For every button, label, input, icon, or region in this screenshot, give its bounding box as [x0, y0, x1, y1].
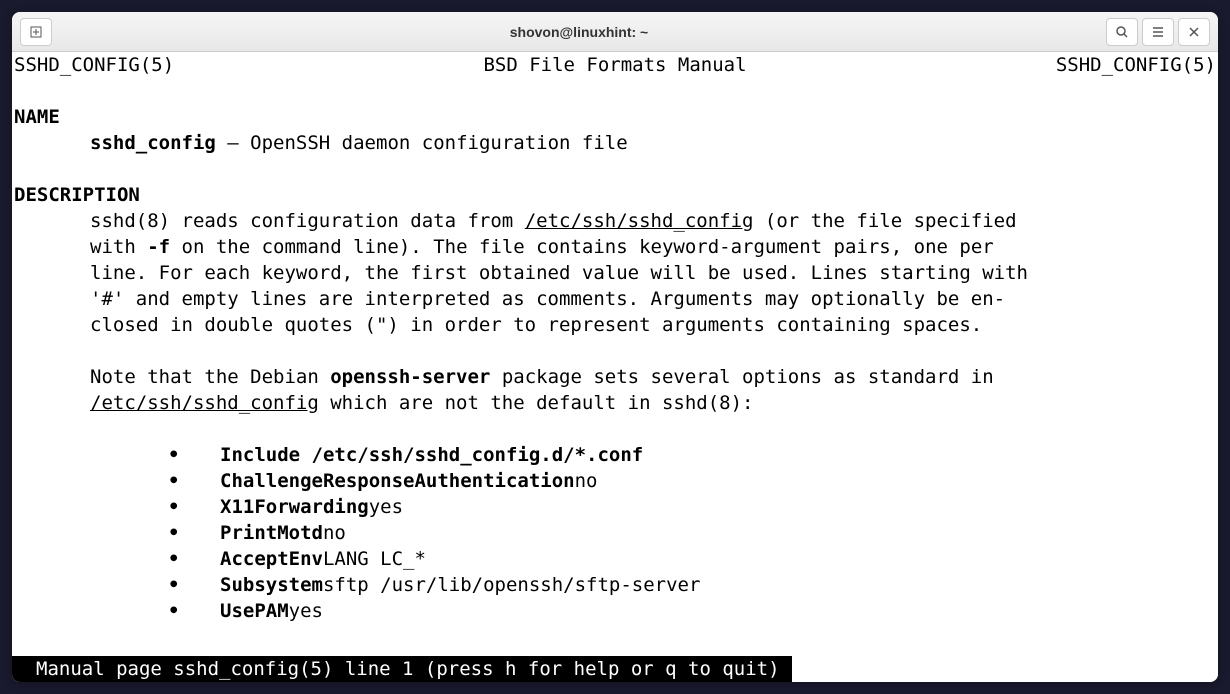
description-line-3: line. For each keyword, the first obtain…: [12, 260, 1218, 286]
option-value: no: [575, 468, 598, 494]
list-item: •UsePAM yes: [12, 598, 1218, 624]
search-icon: [1115, 25, 1129, 39]
description-line-4: '#' and empty lines are interpreted as c…: [12, 286, 1218, 312]
name-dash: —: [216, 132, 250, 154]
option-name: X11Forwarding: [220, 494, 369, 520]
new-tab-icon: [29, 25, 43, 39]
man-header-right: SSHD_CONFIG(5): [1056, 52, 1216, 78]
list-item: •AcceptEnv LANG LC_*: [12, 546, 1218, 572]
name-command: sshd_config: [90, 132, 216, 154]
description-line-5: closed in double quotes (") in order to …: [12, 312, 1218, 338]
window-title: shovon@linuxhint: ~: [54, 24, 1104, 40]
bullet-mark: •: [168, 442, 220, 468]
config-path-2: /etc/ssh/sshd_config: [90, 392, 319, 414]
bullet-mark: •: [168, 598, 220, 624]
flag-f: -f: [147, 236, 170, 258]
man-header-left: SSHD_CONFIG(5): [14, 52, 174, 78]
option-value: no: [323, 520, 346, 546]
list-item: •Subsystem sftp /usr/lib/openssh/sftp-se…: [12, 572, 1218, 598]
option-name: Subsystem: [220, 572, 323, 598]
option-name: ChallengeResponseAuthentication: [220, 468, 575, 494]
new-tab-button[interactable]: [20, 18, 52, 46]
list-item: •PrintMotd no: [12, 520, 1218, 546]
description-line-1: sshd(8) reads configuration data from /e…: [12, 208, 1218, 234]
list-item: •X11Forwarding yes: [12, 494, 1218, 520]
name-description: OpenSSH daemon configuration file: [250, 132, 628, 154]
bullet-mark: •: [168, 546, 220, 572]
man-status-bar: Manual page sshd_config(5) line 1 (press…: [12, 656, 792, 682]
bullet-mark: •: [168, 468, 220, 494]
search-button[interactable]: [1106, 18, 1138, 46]
option-name: AcceptEnv: [220, 546, 323, 572]
config-path: /etc/ssh/sshd_config: [525, 210, 754, 232]
option-name: Include /etc/ssh/sshd_config.d/*.conf: [220, 442, 643, 468]
bullet-list: •Include /etc/ssh/sshd_config.d/*.conf•C…: [12, 442, 1218, 624]
option-value: yes: [289, 598, 323, 624]
section-name-heading: NAME: [12, 104, 1218, 130]
option-value: sftp /usr/lib/openssh/sftp-server: [323, 572, 701, 598]
list-item: •Include /etc/ssh/sshd_config.d/*.conf: [12, 442, 1218, 468]
bullet-mark: •: [168, 520, 220, 546]
bullet-mark: •: [168, 572, 220, 598]
description-line-2: with -f on the command line). The file c…: [12, 234, 1218, 260]
note-line-2: /etc/ssh/sshd_config which are not the d…: [12, 390, 1218, 416]
titlebar: shovon@linuxhint: ~: [12, 12, 1218, 52]
close-icon: [1187, 25, 1201, 39]
terminal-content[interactable]: SSHD_CONFIG(5) BSD File Formats Manual S…: [12, 52, 1218, 682]
man-header: SSHD_CONFIG(5) BSD File Formats Manual S…: [12, 52, 1218, 78]
close-button[interactable]: [1178, 18, 1210, 46]
package-name: openssh-server: [330, 366, 490, 388]
section-description-heading: DESCRIPTION: [12, 182, 1218, 208]
note-line-1: Note that the Debian openssh-server pack…: [12, 364, 1218, 390]
hamburger-icon: [1151, 25, 1165, 39]
list-item: •ChallengeResponseAuthentication no: [12, 468, 1218, 494]
name-line: sshd_config — OpenSSH daemon configurati…: [12, 130, 1218, 156]
option-value: LANG LC_*: [323, 546, 426, 572]
option-name: PrintMotd: [220, 520, 323, 546]
option-value: yes: [369, 494, 403, 520]
bullet-mark: •: [168, 494, 220, 520]
terminal-window: shovon@linuxhint: ~: [12, 12, 1218, 682]
option-name: UsePAM: [220, 598, 289, 624]
man-header-center: BSD File Formats Manual: [483, 52, 746, 78]
menu-button[interactable]: [1142, 18, 1174, 46]
